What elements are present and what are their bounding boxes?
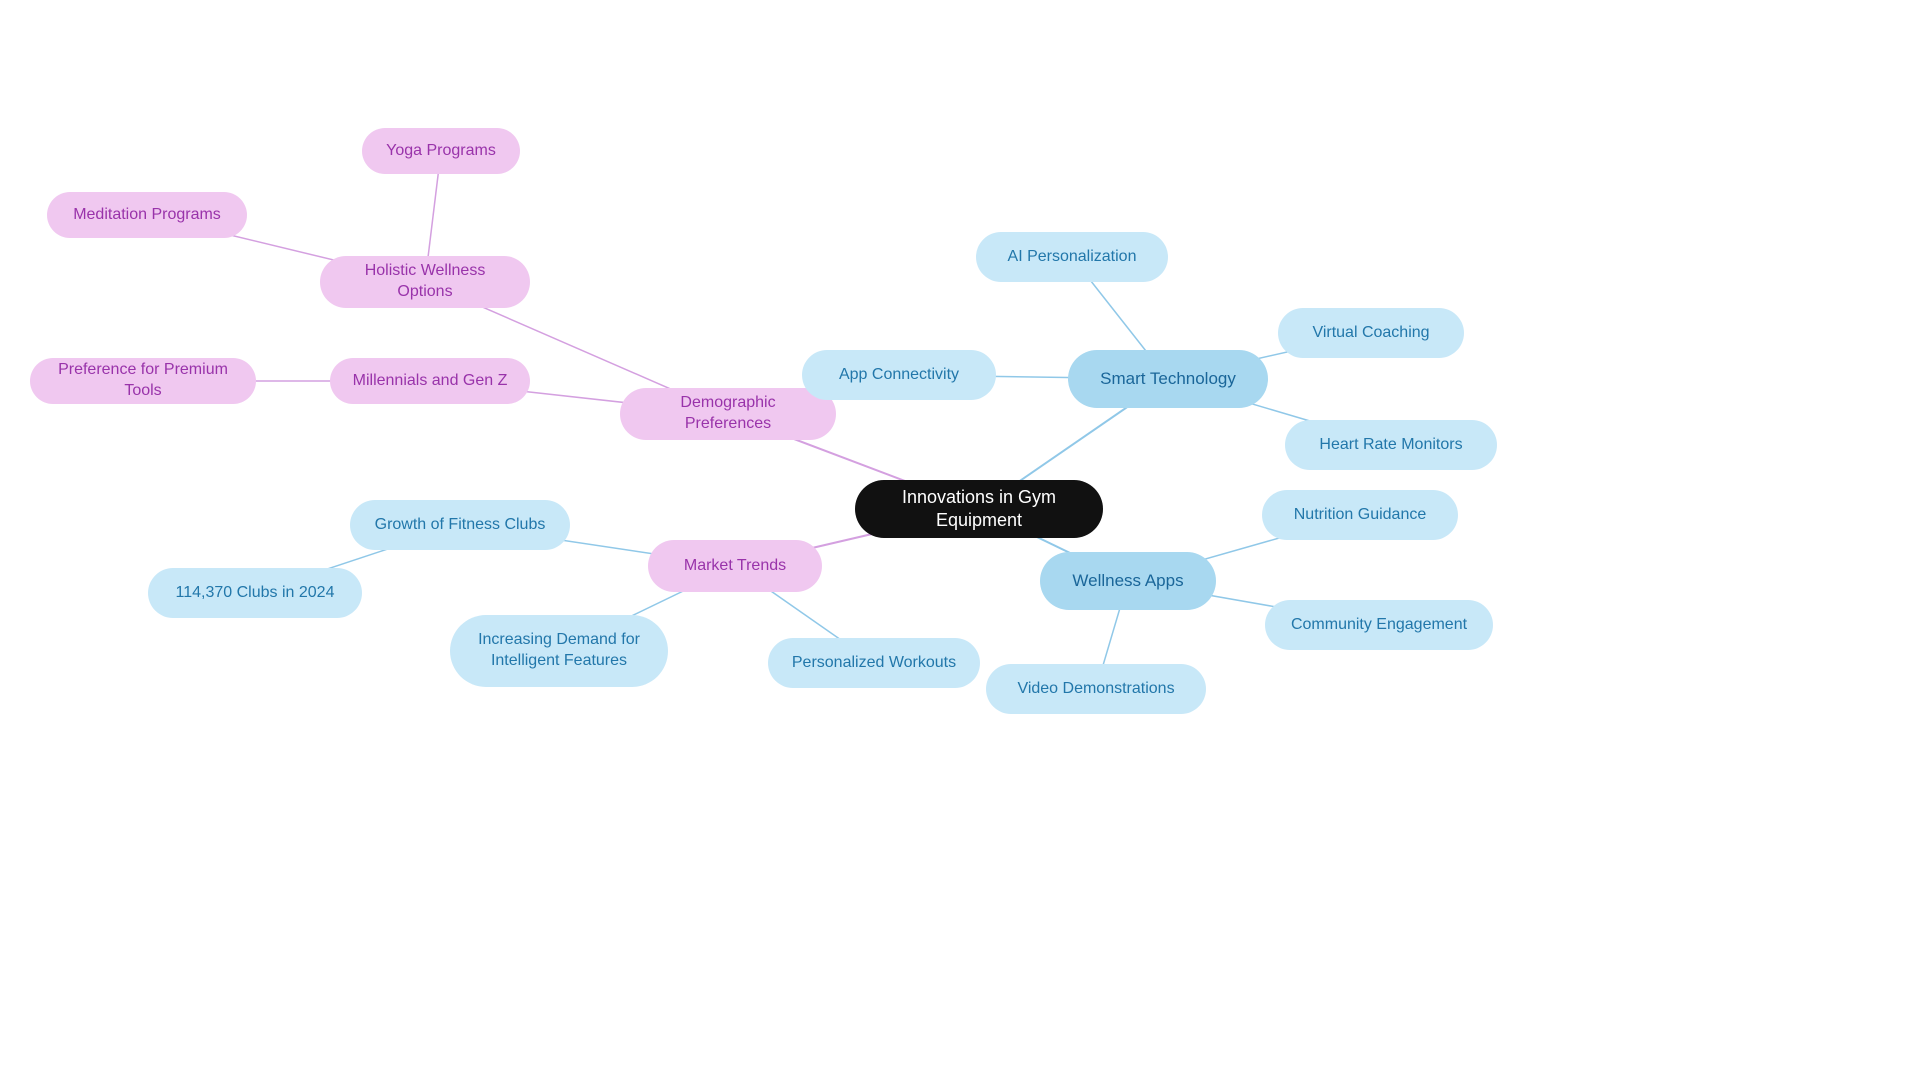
- millennials-node: Millennials and Gen Z: [330, 358, 530, 404]
- app-connectivity-node: App Connectivity: [802, 350, 996, 400]
- ai-personalization-node: AI Personalization: [976, 232, 1168, 282]
- personalized-node: Personalized Workouts: [768, 638, 980, 688]
- wellness-apps-node: Wellness Apps: [1040, 552, 1216, 610]
- heart-rate-node: Heart Rate Monitors: [1285, 420, 1497, 470]
- smart-tech-node: Smart Technology: [1068, 350, 1268, 408]
- demand-node: Increasing Demand for Intelligent Featur…: [450, 615, 668, 687]
- fitness-clubs-node: Growth of Fitness Clubs: [350, 500, 570, 550]
- meditation-node: Meditation Programs: [47, 192, 247, 238]
- yoga-node: Yoga Programs: [362, 128, 520, 174]
- clubs-count-node: 114,370 Clubs in 2024: [148, 568, 362, 618]
- market-node: Market Trends: [648, 540, 822, 592]
- community-node: Community Engagement: [1265, 600, 1493, 650]
- video-demo-node: Video Demonstrations: [986, 664, 1206, 714]
- premium-node: Preference for Premium Tools: [30, 358, 256, 404]
- center-node: Innovations in Gym Equipment: [855, 480, 1103, 538]
- nutrition-node: Nutrition Guidance: [1262, 490, 1458, 540]
- virtual-coaching-node: Virtual Coaching: [1278, 308, 1464, 358]
- holistic-node: Holistic Wellness Options: [320, 256, 530, 308]
- demographic-node: Demographic Preferences: [620, 388, 836, 440]
